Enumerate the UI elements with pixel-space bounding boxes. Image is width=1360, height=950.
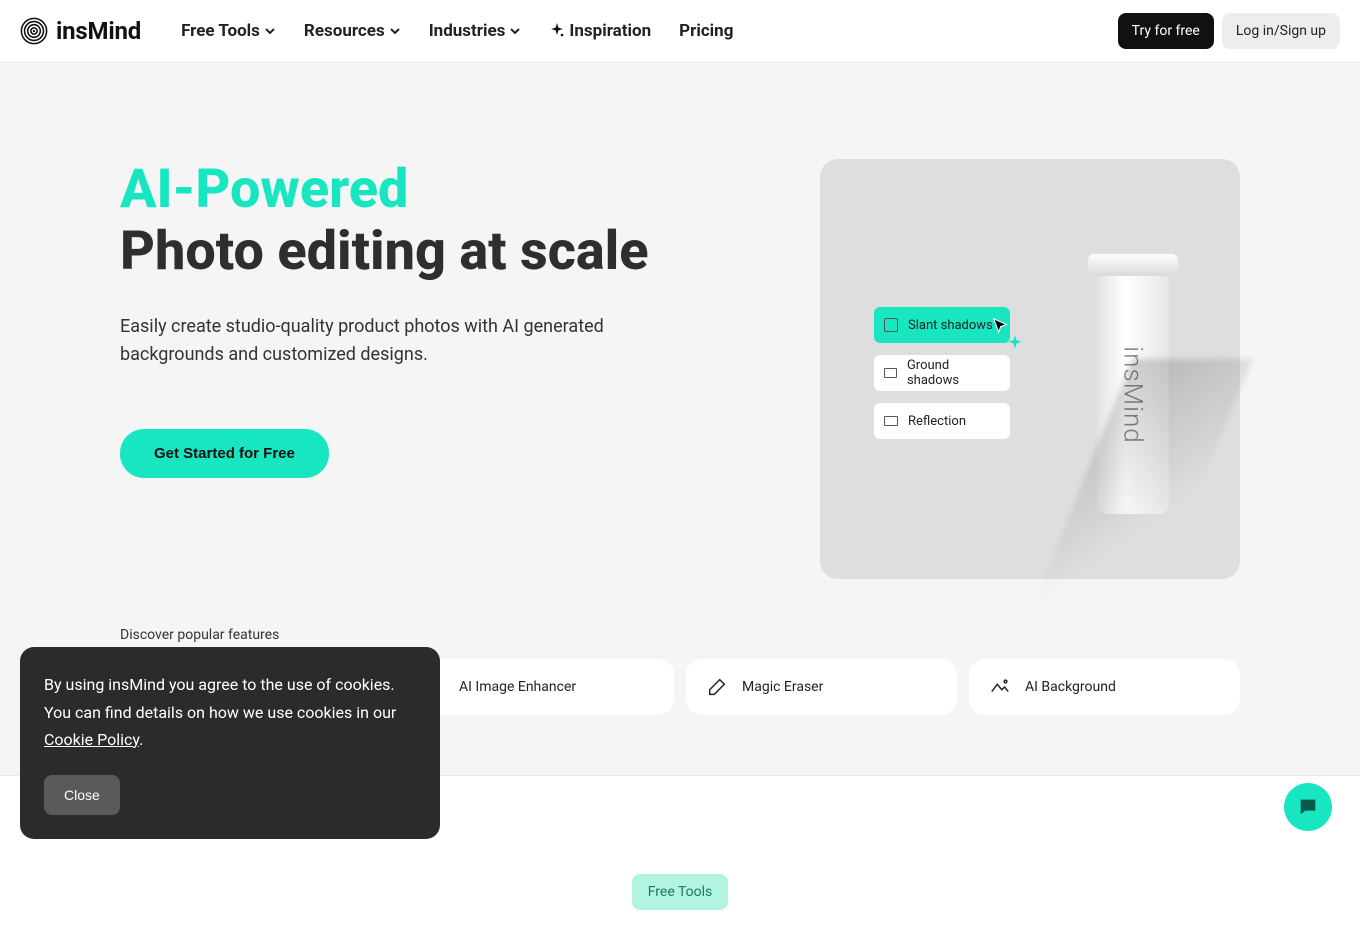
cookie-policy-link[interactable]: Cookie Policy: [44, 730, 139, 749]
chip-label: Reflection: [908, 414, 966, 429]
nav-free-tools[interactable]: Free Tools: [181, 21, 276, 41]
tube-label: insMind: [1118, 346, 1148, 443]
brand-logo[interactable]: insMind: [20, 17, 141, 45]
cookie-copy: By using insMind you agree to the use of…: [44, 675, 396, 721]
square-icon: [884, 318, 898, 332]
chevron-down-icon: [389, 25, 401, 37]
shadow-chips: Slant shadows Ground shadows Reflection: [874, 307, 1010, 439]
site-header: insMind Free Tools Resources Industries …: [0, 0, 1360, 63]
feature-card-ai-image-enhancer[interactable]: AI Image Enhancer: [403, 659, 674, 715]
eraser-icon: [706, 676, 728, 698]
nav-label: Free Tools: [181, 21, 260, 41]
cookie-close-button[interactable]: Close: [44, 775, 120, 815]
chat-widget-button[interactable]: [1284, 783, 1332, 831]
brand-name: insMind: [56, 17, 141, 45]
hero-text: AI-Powered Photo editing at scale Easily…: [120, 159, 760, 478]
nav-label: Resources: [304, 21, 385, 41]
chip-label: Ground shadows: [907, 358, 996, 388]
chip-slant-shadows[interactable]: Slant shadows: [874, 307, 1010, 343]
rect-icon: [884, 416, 898, 426]
nav-label: Pricing: [679, 21, 733, 41]
tube-cap: [1088, 254, 1178, 276]
nav-label: Industries: [429, 21, 506, 41]
nav-industries[interactable]: Industries: [429, 21, 522, 41]
features-heading: Discover popular features: [120, 627, 1240, 643]
hero-visual: insMind Slant shadows Ground shadows Ref…: [820, 159, 1240, 579]
nav-pricing[interactable]: Pricing: [679, 21, 733, 41]
free-tools-pill: Free Tools: [632, 874, 729, 910]
tube-body: insMind: [1097, 276, 1169, 514]
chip-reflection[interactable]: Reflection: [874, 403, 1010, 439]
headline-main: Photo editing at scale: [120, 221, 760, 283]
nav-label: Inspiration: [569, 21, 651, 41]
chip-ground-shadows[interactable]: Ground shadows: [874, 355, 1010, 391]
ai-background-icon: [989, 676, 1011, 698]
feature-label: Magic Eraser: [742, 679, 823, 695]
try-for-free-button[interactable]: Try for free: [1118, 13, 1214, 49]
login-signup-button[interactable]: Log in/Sign up: [1222, 13, 1340, 49]
cookie-copy-end: .: [139, 730, 143, 749]
hero-subcopy: Easily create studio-quality product pho…: [120, 313, 640, 369]
cookie-text: By using insMind you agree to the use of…: [44, 671, 416, 753]
spiral-icon: [20, 17, 48, 45]
product-tube: insMind: [1085, 254, 1180, 514]
cursor-icon: [992, 317, 1010, 339]
primary-nav: Free Tools Resources Industries Inspirat…: [181, 21, 1118, 41]
hero-headline: AI-Powered Photo editing at scale: [120, 159, 760, 283]
rect-icon: [884, 368, 897, 378]
feature-label: AI Background: [1025, 679, 1116, 695]
nav-resources[interactable]: Resources: [304, 21, 401, 41]
feature-card-magic-eraser[interactable]: Magic Eraser: [686, 659, 957, 715]
sparkle-icon: [549, 23, 565, 39]
chat-icon: [1297, 796, 1319, 818]
headline-accent: AI-Powered: [120, 159, 760, 221]
header-actions: Try for free Log in/Sign up: [1118, 13, 1340, 49]
chevron-down-icon: [264, 25, 276, 37]
feature-card-ai-background[interactable]: AI Background: [969, 659, 1240, 715]
chip-label: Slant shadows: [908, 318, 993, 333]
get-started-button[interactable]: Get Started for Free: [120, 429, 329, 478]
feature-label: AI Image Enhancer: [459, 679, 576, 695]
chevron-down-icon: [509, 25, 521, 37]
cookie-banner: By using insMind you agree to the use of…: [20, 647, 440, 839]
nav-inspiration[interactable]: Inspiration: [549, 21, 651, 41]
